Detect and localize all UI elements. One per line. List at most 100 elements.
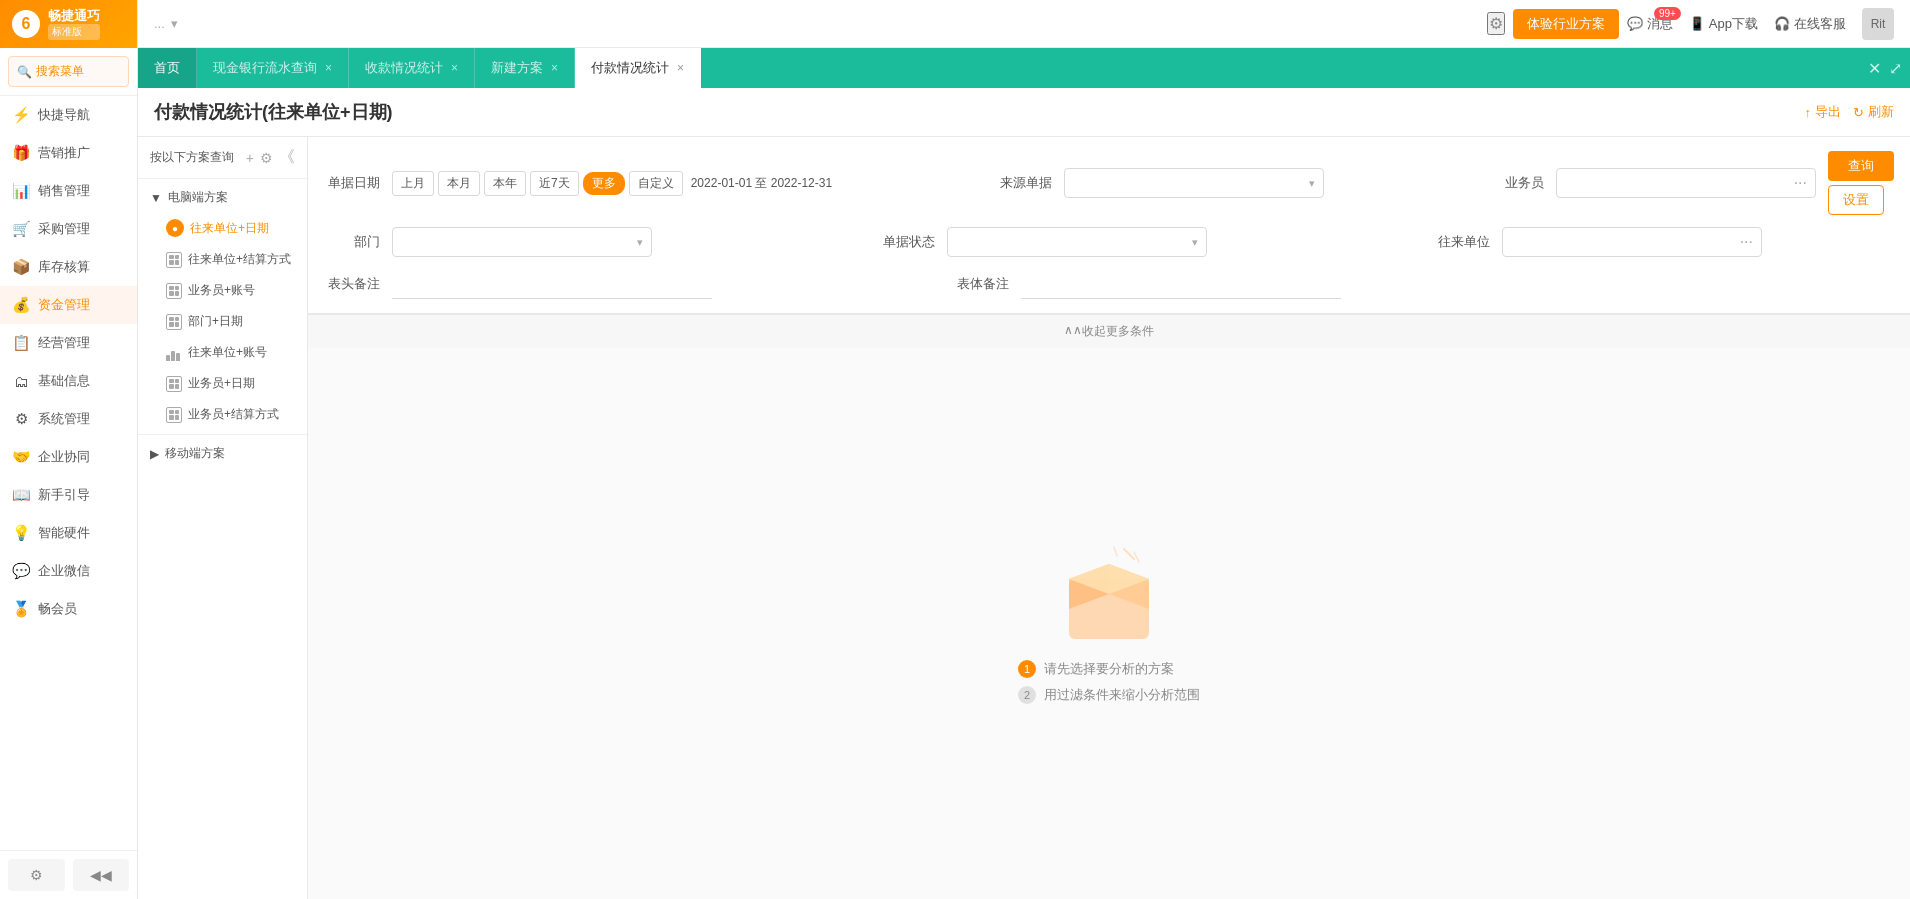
dept-select[interactable]: ▾ [392,227,652,257]
topbar-breadcrumb: ... ▾ [154,16,1479,31]
tab-receipts[interactable]: 收款情况统计 × [349,48,475,88]
sidebar-item-enterprise-wechat[interactable]: 💬 企业微信 [0,552,137,590]
sidebar: 6 畅捷通巧 标准版 🔍 搜索菜单 ⚡ 快捷导航 🎁 营销推广 📊 销售管理 🛒… [0,0,138,899]
sidebar-item-onboarding[interactable]: 📖 新手引导 [0,476,137,514]
collapse-filter-bar[interactable]: ∧∧ 收起更多条件 [308,314,1910,348]
date-range-display: 2022-01-01 至 2022-12-31 [691,175,832,192]
sidebar-item-marketing[interactable]: 🎁 营销推广 [0,134,137,172]
sidebar-item-collab[interactable]: 🤝 企业协同 [0,438,137,476]
sidebar-bottom: ⚙ ◀◀ [0,850,137,899]
scheme-item-unit-payment[interactable]: 往来单位+结算方式 [138,244,307,275]
download-icon: 📱 [1689,16,1705,31]
sidebar-item-purchase[interactable]: 🛒 采购管理 [0,210,137,248]
curr-year-button[interactable]: 本年 [484,171,526,196]
collapse-icon: ∧∧ [1064,323,1082,340]
scheme-item-dept-date[interactable]: 部门+日期 [138,306,307,337]
scheme-item-unit-date[interactable]: ● 往来单位+日期 [138,212,307,244]
curr-month-button[interactable]: 本月 [438,171,480,196]
svg-line-5 [1134,552,1139,562]
scheme-item-staff-account[interactable]: 业务员+账号 [138,275,307,306]
refresh-icon: ↻ [1853,105,1864,120]
sidebar-item-smart-hw[interactable]: 💡 智能硬件 [0,514,137,552]
svg-line-6 [1114,547,1117,556]
partner-more-icon: ··· [1740,233,1753,251]
table-header-note-input[interactable] [392,269,712,299]
partner-select[interactable]: ··· [1502,227,1762,257]
tab-close-new-scheme[interactable]: × [551,61,558,75]
user-avatar[interactable]: Rit [1862,8,1894,40]
trial-button[interactable]: 体验行业方案 [1513,9,1619,39]
custom-date-button[interactable]: 自定义 [629,171,683,196]
sidebar-item-operations[interactable]: 📋 经营管理 [0,324,137,362]
sidebar-logo: 6 畅捷通巧 标准版 [0,0,137,48]
sidebar-item-inventory[interactable]: 📦 库存核算 [0,248,137,286]
tab-payments[interactable]: 付款情况统计 × [575,48,701,88]
sidebar-navigation: ⚡ 快捷导航 🎁 营销推广 📊 销售管理 🛒 采购管理 📦 库存核算 💰 资金管… [0,96,137,850]
sidebar-item-sales[interactable]: 📊 销售管理 [0,172,137,210]
tab-cash-flow[interactable]: 现金银行流水查询 × [197,48,349,88]
empty-step-1: 1 请先选择要分析的方案 [1018,660,1174,678]
bill-date-label: 单据日期 [324,174,380,192]
enterprise-wechat-icon: 💬 [12,562,30,580]
scheme-settings-icon[interactable]: ⚙ [260,150,273,166]
collapse-sidebar-button[interactable]: ◀◀ [73,859,130,891]
last-7-button[interactable]: 近7天 [530,171,579,196]
breadcrumb-dropdown-icon[interactable]: ▾ [171,16,178,31]
empty-svg [1049,544,1169,644]
empty-illustration [1049,544,1169,644]
tabbar-actions: ✕ ⤢ [1860,48,1910,88]
messages-action[interactable]: 💬 消息 99+ [1627,15,1673,33]
inventory-icon: 📦 [12,258,30,276]
tab-new-scheme[interactable]: 新建方案 × [475,48,575,88]
search-menu-section: 🔍 搜索菜单 [0,48,137,96]
membership-icon: 🏅 [12,600,30,618]
filter-actions: 查询 设置 [1828,151,1894,215]
close-all-tabs-button[interactable]: ✕ [1868,59,1881,78]
add-scheme-icon[interactable]: + [246,150,254,166]
topbar-settings-button[interactable]: ⚙ [1487,12,1505,35]
table-body-note-input[interactable] [1021,269,1341,299]
search-menu-button[interactable]: 🔍 搜索菜单 [8,56,129,87]
source-bill-chevron: ▾ [1309,177,1315,190]
more-date-button[interactable]: 更多 [583,172,625,195]
maximize-button[interactable]: ⤢ [1889,59,1902,78]
sidebar-item-finance[interactable]: 💰 资金管理 [0,286,137,324]
collapse-panel-icon[interactable]: 《 [279,147,295,168]
app-download-action[interactable]: 📱 App下载 [1689,15,1758,33]
query-button[interactable]: 查询 [1828,151,1894,181]
scheme-item-staff-date[interactable]: 业务员+日期 [138,368,307,399]
source-bill-select[interactable]: ▾ [1064,168,1324,198]
scheme-item-staff-payment[interactable]: 业务员+结算方式 [138,399,307,430]
tab-home[interactable]: 首页 [138,48,197,88]
desktop-scheme-section: ▼ 电脑端方案 ● 往来单位+日期 往来单位+结算方式 [138,179,307,434]
table-body-note-label: 表体备注 [953,275,1009,293]
desktop-section-header[interactable]: ▼ 电脑端方案 [138,183,307,212]
source-bill-label: 来源单据 [996,174,1052,192]
refresh-button[interactable]: ↻ 刷新 [1853,103,1894,121]
page-header-actions: ↑ 导出 ↻ 刷新 [1805,103,1895,121]
tab-close-payments[interactable]: × [677,61,684,75]
sidebar-item-membership[interactable]: 🏅 畅会员 [0,590,137,628]
main-area: ... ▾ ⚙ 体验行业方案 💬 消息 99+ 📱 App下载 🎧 在线客服 R… [138,0,1910,899]
bill-status-label: 单据状态 [879,233,935,251]
bill-status-select[interactable]: ▾ [947,227,1207,257]
export-button[interactable]: ↑ 导出 [1805,103,1842,121]
tab-close-receipts[interactable]: × [451,61,458,75]
sidebar-item-quick-nav[interactable]: ⚡ 快捷导航 [0,96,137,134]
settings-bottom-button[interactable]: ⚙ [8,859,65,891]
mobile-section-header[interactable]: ▶ 移动端方案 [138,439,307,468]
staff-select[interactable]: ··· [1556,168,1816,198]
dept-label: 部门 [324,233,380,251]
tab-close-cash-flow[interactable]: × [325,61,332,75]
topbar: ... ▾ ⚙ 体验行业方案 💬 消息 99+ 📱 App下载 🎧 在线客服 R… [138,0,1910,48]
bill-status-chevron: ▾ [1192,236,1198,249]
scheme-panel-header: 按以下方案查询 + ⚙ 《 [138,137,307,179]
filter-settings-button[interactable]: 设置 [1828,185,1884,215]
online-service-action[interactable]: 🎧 在线客服 [1774,15,1846,33]
table-header-note-label: 表头备注 [324,275,380,293]
sidebar-item-basic-info[interactable]: 🗂 基础信息 [0,362,137,400]
sidebar-item-sys-mgmt[interactable]: ⚙ 系统管理 [0,400,137,438]
scheme-table-icon-5 [166,407,182,423]
prev-month-button[interactable]: 上月 [392,171,434,196]
scheme-item-unit-account[interactable]: 往来单位+账号 [138,337,307,368]
